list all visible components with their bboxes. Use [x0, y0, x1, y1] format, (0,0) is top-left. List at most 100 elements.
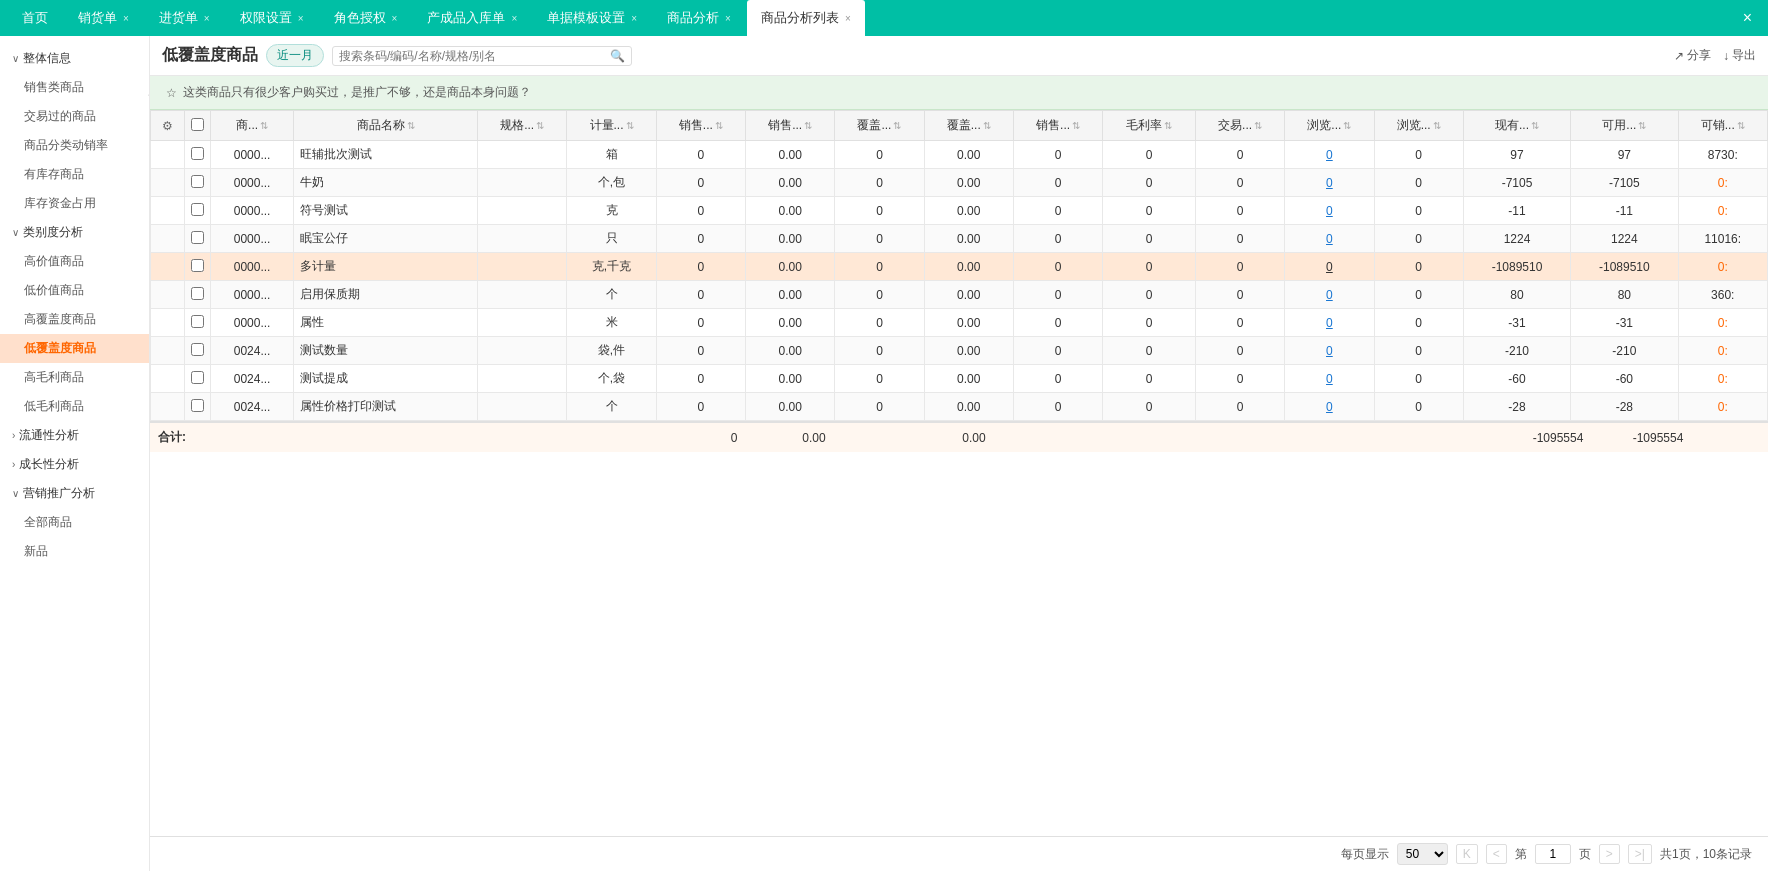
row-browse1[interactable]: 0 [1285, 141, 1374, 169]
nav-item-permissions[interactable]: 权限设置 × [226, 0, 318, 36]
nav-item-product-analysis-list[interactable]: 商品分析列表 × [747, 0, 865, 36]
row-browse1[interactable]: 0 [1285, 253, 1374, 281]
row-checkbox[interactable] [191, 175, 204, 188]
row-checkbox[interactable] [191, 399, 204, 412]
nav-item-roles[interactable]: 角色授权 × [320, 0, 412, 36]
row-checkbox-cell[interactable] [184, 225, 210, 253]
sidebar-section-circulation[interactable]: › 流通性分析 [0, 421, 149, 450]
sidebar-item-low-value[interactable]: 低价值商品 [0, 276, 149, 305]
sales-qty-column-header[interactable]: 销售...⇅ [656, 111, 745, 141]
row-checkbox[interactable] [191, 147, 204, 160]
row-browse1[interactable]: 0 [1285, 365, 1374, 393]
row-checkbox[interactable] [191, 315, 204, 328]
close-icon[interactable]: × [845, 13, 851, 24]
row-browse1[interactable]: 0 [1285, 281, 1374, 309]
code-column-header[interactable]: 商...⇅ [210, 111, 294, 141]
row-checkbox[interactable] [191, 343, 204, 356]
cover2-column-header[interactable]: 覆盖...⇅ [924, 111, 1013, 141]
sales2-column-header[interactable]: 销售...⇅ [1013, 111, 1102, 141]
export-button[interactable]: ↓ 导出 [1723, 47, 1756, 64]
close-all-button[interactable]: × [1735, 5, 1760, 31]
row-browse1[interactable]: 0 [1285, 169, 1374, 197]
row-checkbox-cell[interactable] [184, 169, 210, 197]
close-icon[interactable]: × [392, 13, 398, 24]
sidebar-item-low-margin[interactable]: 低毛利商品 [0, 392, 149, 421]
row-checkbox-cell[interactable] [184, 365, 210, 393]
close-icon[interactable]: × [123, 13, 129, 24]
row-checkbox[interactable] [191, 287, 204, 300]
checkbox-column-header[interactable] [184, 111, 210, 141]
settings-column-header[interactable]: ⚙ [151, 111, 185, 141]
nav-item-purchase[interactable]: 进货单 × [145, 0, 224, 36]
available-stock-column-header[interactable]: 可用...⇅ [1571, 111, 1678, 141]
close-icon[interactable]: × [298, 13, 304, 24]
sidebar-item-sales-goods[interactable]: 销售类商品 [0, 73, 149, 102]
row-settings-cell [151, 337, 185, 365]
sidebar-section-growth[interactable]: › 成长性分析 [0, 450, 149, 479]
cover1-column-header[interactable]: 覆盖...⇅ [835, 111, 924, 141]
row-browse1[interactable]: 0 [1285, 197, 1374, 225]
sidebar-section-overall[interactable]: ∨ 整体信息 [0, 44, 149, 73]
spec-column-header[interactable]: 规格...⇅ [478, 111, 567, 141]
sidebar-item-high-coverage[interactable]: 高覆盖度商品 [0, 305, 149, 334]
close-icon[interactable]: × [204, 13, 210, 24]
nav-item-home[interactable]: 首页 [8, 0, 62, 36]
share-button[interactable]: ↗ 分享 [1674, 47, 1711, 64]
row-browse2: 0 [1374, 365, 1463, 393]
per-page-select[interactable]: 50 20 100 200 [1397, 843, 1448, 865]
first-page-button[interactable]: K [1456, 844, 1478, 864]
page-number-input[interactable] [1535, 844, 1571, 864]
filter-period-button[interactable]: 近一月 [266, 44, 324, 67]
row-checkbox-cell[interactable] [184, 393, 210, 421]
sidebar-item-stock-capital[interactable]: 库存资金占用 [0, 189, 149, 218]
row-browse1[interactable]: 0 [1285, 393, 1374, 421]
search-input[interactable] [339, 49, 606, 63]
nav-item-product-analysis[interactable]: 商品分析 × [653, 0, 745, 36]
row-spec [478, 197, 567, 225]
row-checkbox[interactable] [191, 371, 204, 384]
row-checkbox-cell[interactable] [184, 253, 210, 281]
row-checkbox[interactable] [191, 259, 204, 272]
sidebar-item-low-coverage[interactable]: 低覆盖度商品 [0, 334, 149, 363]
sidebar-item-all-goods[interactable]: 全部商品 [0, 508, 149, 537]
trade-column-header[interactable]: 交易...⇅ [1195, 111, 1284, 141]
browse2-column-header[interactable]: 浏览...⇅ [1374, 111, 1463, 141]
close-icon[interactable]: × [631, 13, 637, 24]
row-checkbox[interactable] [191, 231, 204, 244]
sidebar-item-category-rate[interactable]: 商品分类动销率 [0, 131, 149, 160]
search-icon[interactable]: 🔍 [610, 49, 625, 63]
sales-amt-column-header[interactable]: 销售...⇅ [746, 111, 835, 141]
row-browse1[interactable]: 0 [1285, 309, 1374, 337]
nav-item-template[interactable]: 单据模板设置 × [533, 0, 651, 36]
unit-column-header[interactable]: 计量...⇅ [567, 111, 656, 141]
sidebar-section-category[interactable]: ∨ 类别度分析 [0, 218, 149, 247]
row-browse1[interactable]: 0 [1285, 337, 1374, 365]
name-column-header[interactable]: 商品名称⇅ [294, 111, 478, 141]
close-icon[interactable]: × [511, 13, 517, 24]
row-checkbox-cell[interactable] [184, 281, 210, 309]
row-checkbox[interactable] [191, 203, 204, 216]
row-browse1[interactable]: 0 [1285, 225, 1374, 253]
select-all-checkbox[interactable] [191, 118, 204, 131]
sidebar-section-marketing[interactable]: ∨ 营销推广分析 [0, 479, 149, 508]
close-icon[interactable]: × [725, 13, 731, 24]
row-checkbox-cell[interactable] [184, 197, 210, 225]
sidebar-item-stocked-goods[interactable]: 有库存商品 [0, 160, 149, 189]
row-checkbox-cell[interactable] [184, 141, 210, 169]
margin-column-header[interactable]: 毛利率⇅ [1103, 111, 1196, 141]
current-stock-column-header[interactable]: 现有...⇅ [1463, 111, 1570, 141]
sidebar-item-traded-goods[interactable]: 交易过的商品 [0, 102, 149, 131]
sidebar-item-new-goods[interactable]: 新品 [0, 537, 149, 566]
sidebar-item-high-margin[interactable]: 高毛利商品 [0, 363, 149, 392]
nav-item-sales[interactable]: 销货单 × [64, 0, 143, 36]
salable-column-header[interactable]: 可销...⇅ [1678, 111, 1767, 141]
row-checkbox-cell[interactable] [184, 337, 210, 365]
row-checkbox-cell[interactable] [184, 309, 210, 337]
next-page-button[interactable]: > [1599, 844, 1620, 864]
table-row: 0000... 眠宝公仔 只 0 0.00 0 0.00 0 0 0 0 0 1… [151, 225, 1768, 253]
prev-page-button[interactable]: < [1486, 844, 1507, 864]
nav-item-product-stock[interactable]: 产成品入库单 × [413, 0, 531, 36]
sidebar-item-high-value[interactable]: 高价值商品 [0, 247, 149, 276]
browse1-column-header[interactable]: 浏览...⇅ [1285, 111, 1374, 141]
last-page-button[interactable]: >| [1628, 844, 1652, 864]
